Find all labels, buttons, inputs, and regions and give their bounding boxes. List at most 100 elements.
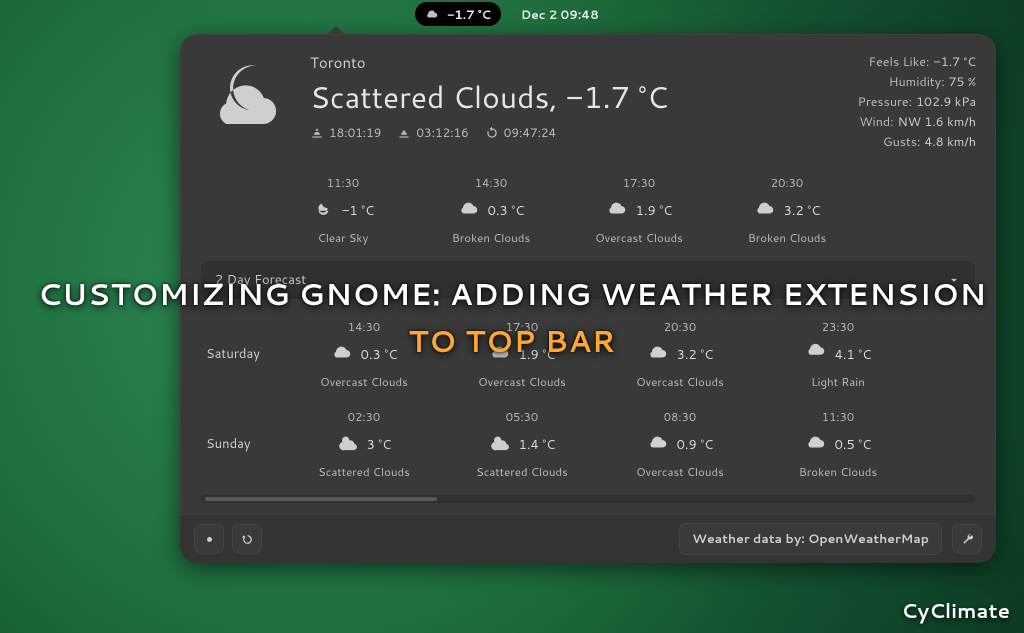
cell-time: 20:30 [722,174,852,191]
cell-time: 23:30 [768,318,908,335]
updated-time: 09:47:24 [504,124,556,141]
moon-icon [312,197,334,225]
cell-condition: Overcast Clouds [452,373,592,390]
sunday-cells: 02:30 3 °C Scattered Clouds 05:30 1.4 °C Scat… [294,408,976,480]
cell-time: 17:30 [452,318,592,335]
settings-button[interactable] [952,524,982,554]
cell-temp: 3.2 °C [677,346,714,364]
topbar-temp: −1.7 °C [447,6,491,23]
cell-condition: Overcast Clouds [610,373,750,390]
rain-icon [805,341,827,369]
cell-time: 02:30 [294,408,434,425]
cell-temp: 4.1 °C [835,346,872,364]
forecast-cell: 05:30 1.4 °C Scattered Clouds [452,408,592,480]
watermark-brand: CyClimate [901,597,1010,625]
feels-like-label: Feels Like: [868,53,929,71]
feels-like-value: −1.7 °C [933,53,976,71]
cell-time: 14:30 [426,174,556,191]
condition-headline: Scattered Clouds, −1.7 °C [310,75,778,118]
wind-label: Wind: [859,113,893,131]
forecast-cell: 02:30 3 °C Scattered Clouds [294,408,434,480]
cell-temp: 1.9 °C [636,202,673,220]
forecast-row-sunday: Sunday 02:30 3 °C Scattered Clouds 05:30 1.4… [200,408,976,480]
credit-prefix: Weather data by: [692,530,804,548]
sunset-icon [397,126,411,140]
clock-indicator[interactable]: Dec 2 09:48 [511,2,609,26]
topbar-datetime: Dec 2 09:48 [521,6,599,23]
cloud-icon [647,431,669,459]
forecast-cell: 14:30 0.3 °C Broken Clouds [426,174,556,246]
data-credit[interactable]: Weather data by: OpenWeatherMap [679,523,942,555]
cell-temp: 1.9 °C [519,346,556,364]
cell-time: 11:30 [278,174,408,191]
forecast-cell: 17:30 1.9 °C Overcast Clouds [574,174,704,246]
cell-condition: Scattered Clouds [452,463,592,480]
day-label: Saturday [200,345,284,363]
humidity-value: 75 % [949,73,976,91]
wrench-icon [960,532,975,547]
cloud-icon [647,341,669,369]
cell-condition: Overcast Clouds [574,229,704,246]
forecast-row-saturday: Saturday 14:300.3 °COvercast Clouds17:30… [200,318,976,390]
cell-temp: 3 °C [367,436,392,454]
crosshair-icon [202,532,217,547]
updated-icon [485,126,499,140]
cloud-night-icon [425,7,439,21]
forecast-cell: 23:30 4.1 °C Light Rain [768,318,908,390]
cloud-icon [458,197,480,225]
forecast-cell: 20:303.2 °CBroken Clouds [722,174,852,246]
gusts-value: 4.8 km/h [924,133,976,151]
cell-time: 11:30 [768,408,908,425]
cell-temp: 3.2 °C [784,202,821,220]
chevron-down-icon [947,273,961,287]
cloud-icon [331,341,353,369]
cell-temp: 0.3 °C [361,346,398,364]
cloud-icon [606,197,628,225]
cell-time: 14:30 [294,318,434,335]
cell-temp: 0.5 °C [835,436,872,454]
refresh-button[interactable] [232,524,262,554]
sunrise-time: 18:01:19 [329,124,381,141]
cell-condition: Broken Clouds [768,463,908,480]
forecast-cell: 14:30 0.3 °C Overcast Clouds [294,318,434,390]
forecast-cell: 11:30−1 °CClear Sky [278,174,408,246]
day-label: Sunday [200,435,284,453]
cell-condition: Overcast Clouds [610,463,750,480]
cell-temp: −1 °C [342,202,374,220]
humidity-label: Humidity: [889,73,945,91]
credit-name: OpenWeatherMap [808,530,929,548]
cell-time: 05:30 [452,408,592,425]
current-conditions: Toronto Scattered Clouds, −1.7 °C 18:01:… [200,52,976,152]
pressure-label: Pressure: [858,93,912,111]
city-name: Toronto [310,52,778,73]
forecast-cell: 17:30 1.9 °C Overcast Clouds [452,318,592,390]
forecast-expander[interactable]: 2 Day Forecast [200,260,976,300]
forecast-header-label: 2 Day Forecast [215,271,306,289]
sun-times: 18:01:19 03:12:16 09:47:24 [310,124,778,141]
cell-temp: 0.3 °C [488,202,525,220]
cell-condition: Light Rain [768,373,908,390]
cloud-icon [754,197,776,225]
weather-popup: Toronto Scattered Clouds, −1.7 °C 18:01:… [180,34,996,563]
current-details: Feels Like:−1.7 °C Humidity:75 % Pressur… [796,52,976,152]
cell-time: 20:30 [610,318,750,335]
wind-value: NW 1.6 km/h [898,113,976,131]
pressure-value: 102.9 kPa [916,93,976,111]
cell-time: 17:30 [574,174,704,191]
locate-button[interactable] [194,524,224,554]
weather-indicator[interactable]: −1.7 °C [415,2,501,26]
sunset-time: 03:12:16 [416,124,468,141]
cell-condition: Overcast Clouds [294,373,434,390]
cell-condition: Scattered Clouds [294,463,434,480]
cloud-icon [489,341,511,369]
cell-temp: 1.4 °C [519,436,556,454]
partly-icon [337,431,359,459]
forecast-scrollbar[interactable] [200,494,976,504]
refresh-icon [240,532,255,547]
cell-temp: 0.9 °C [677,436,714,454]
cloud-icon [805,431,827,459]
partly-icon [489,431,511,459]
cell-condition: Broken Clouds [426,229,556,246]
scrollbar-thumb[interactable] [205,497,437,501]
cell-time: 08:30 [610,408,750,425]
